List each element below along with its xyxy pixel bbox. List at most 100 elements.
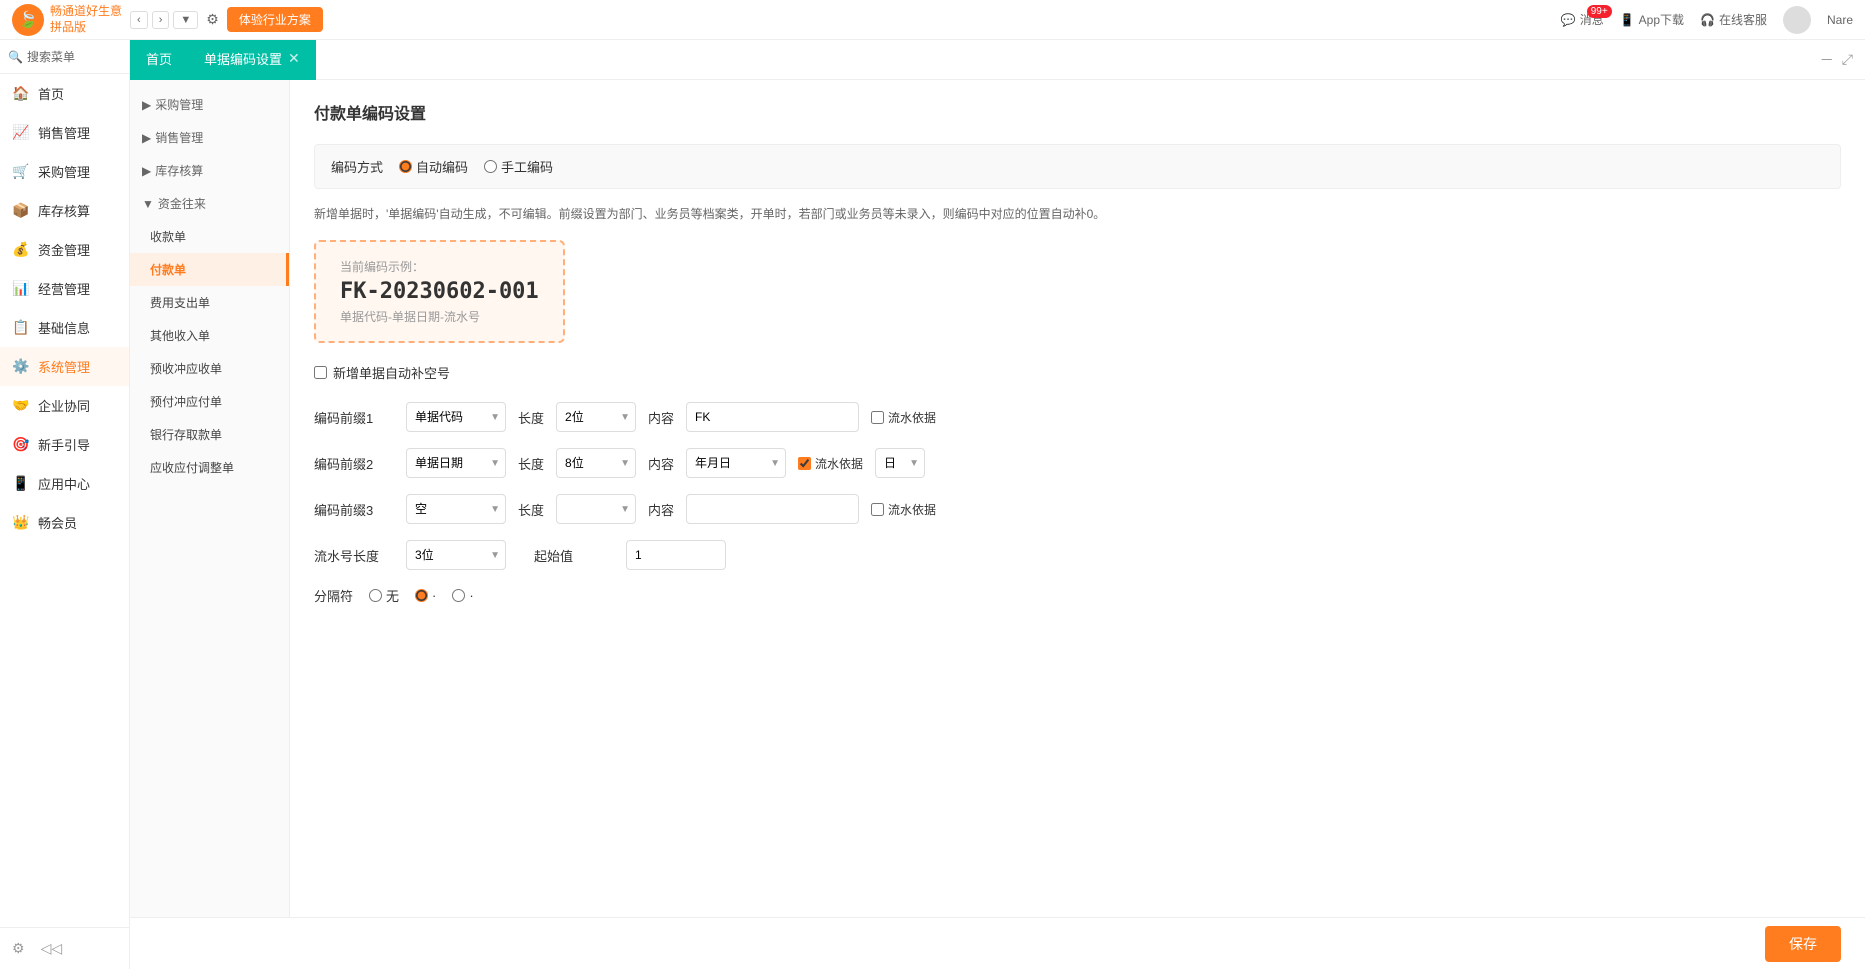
length1-label: 长度 bbox=[518, 408, 544, 427]
sidebar-nav: 🏠 首页 📈 销售管理 🛒 采购管理 📦 库存核算 💰 资金管理 📊 经 bbox=[0, 74, 129, 927]
top-bar-right: 💬 消息 99+ 📱 App下载 🎧 在线客服 Nare bbox=[1561, 6, 1853, 34]
sub-item-receipt[interactable]: 收款单 bbox=[130, 220, 289, 253]
manual-encode-radio[interactable] bbox=[484, 160, 497, 173]
sidebar-item-operations[interactable]: 📊 经营管理 bbox=[0, 269, 129, 308]
sub-item-advance-receipt[interactable]: 预收冲应收单 bbox=[130, 352, 289, 385]
sidebar-item-apps[interactable]: 📱 应用中心 bbox=[0, 464, 129, 503]
sub-header-purchase[interactable]: ▶ 采购管理 bbox=[130, 88, 289, 121]
sub-item-expense[interactable]: 费用支出单 bbox=[130, 286, 289, 319]
serial3-checkbox[interactable] bbox=[871, 503, 884, 516]
app-download-btn[interactable]: 📱 App下载 bbox=[1620, 11, 1684, 28]
auto-encode-radio-label[interactable]: 自动编码 bbox=[399, 157, 468, 176]
length2-select[interactable]: 8位 6位 4位 bbox=[556, 448, 636, 478]
message-btn[interactable]: 💬 消息 99+ bbox=[1561, 11, 1604, 28]
separator-dash-label[interactable]: · bbox=[452, 588, 473, 603]
apps-icon: 📱 bbox=[12, 475, 30, 493]
sidebar-item-finance[interactable]: 💰 资金管理 bbox=[0, 230, 129, 269]
separator-dot-label[interactable]: · bbox=[415, 588, 436, 603]
manual-encode-radio-label[interactable]: 手工编码 bbox=[484, 157, 553, 176]
nav-forward-btn[interactable]: › bbox=[152, 11, 170, 29]
prefix1-select-wrapper: 单据代码 单据日期 空 部门 业务员 ▼ bbox=[406, 402, 506, 432]
separator-dot-radio[interactable] bbox=[415, 589, 428, 602]
serial2-unit-select[interactable]: 日 月 年 bbox=[875, 448, 925, 478]
sub-item-advance-payment[interactable]: 预付冲应付单 bbox=[130, 385, 289, 418]
serial2-checkbox[interactable] bbox=[798, 457, 811, 470]
serial-length-row: 流水号长度 3位 4位 5位 6位 ▼ 起始值 bbox=[314, 540, 1841, 570]
service-icon: 🎧 bbox=[1700, 13, 1715, 27]
user-name[interactable]: Nare bbox=[1827, 13, 1853, 27]
length1-select[interactable]: 2位 4位 6位 bbox=[556, 402, 636, 432]
sub-header-capital[interactable]: ▼ 资金往来 bbox=[130, 187, 289, 220]
sidebar-item-basic[interactable]: 📋 基础信息 bbox=[0, 308, 129, 347]
prefix3-select[interactable]: 单据代码 单据日期 空 部门 业务员 bbox=[406, 494, 506, 524]
sidebar-item-purchase[interactable]: 🛒 采购管理 bbox=[0, 152, 129, 191]
length2-label: 长度 bbox=[518, 454, 544, 473]
prefix1-select[interactable]: 单据代码 单据日期 空 部门 业务员 bbox=[406, 402, 506, 432]
sub-header-sales[interactable]: ▶ 销售管理 bbox=[130, 121, 289, 154]
chevron-down-icon: ▼ bbox=[142, 197, 154, 211]
encoding-method-row: 编码方式 自动编码 手工编码 bbox=[314, 144, 1841, 189]
online-service-btn[interactable]: 🎧 在线客服 bbox=[1700, 11, 1767, 28]
serial-length-select[interactable]: 3位 4位 5位 6位 bbox=[406, 540, 506, 570]
sidebar-item-sales[interactable]: 📈 销售管理 bbox=[0, 113, 129, 152]
settings-gear-btn[interactable]: ⚙ bbox=[206, 11, 219, 28]
auto-encode-radio[interactable] bbox=[399, 160, 412, 173]
tab-close-btn[interactable]: ✕ bbox=[288, 50, 300, 67]
logo-area: 🍃 畅通道好生意 拼品版 bbox=[12, 4, 122, 36]
start-value-input[interactable] bbox=[626, 540, 726, 570]
prefix2-select[interactable]: 单据代码 单据日期 空 部门 业务员 bbox=[406, 448, 506, 478]
separator-none-label[interactable]: 无 bbox=[369, 586, 399, 605]
sub-header-inventory[interactable]: ▶ 库存核算 bbox=[130, 154, 289, 187]
home-icon: 🏠 bbox=[12, 85, 30, 103]
encoding-method-label: 编码方式 bbox=[331, 157, 383, 176]
tab-home[interactable]: 首页 bbox=[130, 40, 188, 80]
save-button[interactable]: 保存 bbox=[1765, 926, 1841, 962]
sidebar-item-home[interactable]: 🏠 首页 bbox=[0, 74, 129, 113]
sidebar-item-system[interactable]: ⚙️ 系统管理 bbox=[0, 347, 129, 386]
operations-icon: 📊 bbox=[12, 280, 30, 298]
sub-item-payment[interactable]: 付款单 bbox=[130, 253, 289, 286]
nav-back-btn[interactable]: ‹ bbox=[130, 11, 148, 29]
separator-none-radio[interactable] bbox=[369, 589, 382, 602]
sidebar: 🔍 搜索菜单 🏠 首页 📈 销售管理 🛒 采购管理 📦 库存核算 💰 bbox=[0, 40, 130, 969]
download-icon: 📱 bbox=[1620, 13, 1635, 27]
bottom-bar: 保存 bbox=[130, 917, 1865, 969]
serial1-checkbox[interactable] bbox=[871, 411, 884, 424]
content2-select[interactable]: 年月日 年月 年 bbox=[686, 448, 786, 478]
tab-minimize-btn[interactable]: － bbox=[1820, 50, 1834, 70]
message-badge: 99+ bbox=[1587, 5, 1612, 18]
sidebar-item-enterprise[interactable]: 🤝 企业协同 bbox=[0, 386, 129, 425]
sub-item-bank[interactable]: 银行存取款单 bbox=[130, 418, 289, 451]
prefix2-label: 编码前缀2 bbox=[314, 454, 394, 473]
sidebar-collapse-btn[interactable]: ◁◁ bbox=[37, 936, 67, 961]
length3-select[interactable] bbox=[556, 494, 636, 524]
search-menu-btn[interactable]: 🔍 搜索菜单 bbox=[0, 40, 129, 74]
prefix3-row: 编码前缀3 单据代码 单据日期 空 部门 业务员 ▼ 长度 bbox=[314, 494, 1841, 524]
separator-dash-radio[interactable] bbox=[452, 589, 465, 602]
sub-group-sales: ▶ 销售管理 bbox=[130, 121, 289, 154]
sidebar-bottom: ⚙ ◁◁ bbox=[0, 927, 129, 969]
trial-btn[interactable]: 体验行业方案 bbox=[227, 7, 323, 32]
prefix3-label: 编码前缀3 bbox=[314, 500, 394, 519]
top-bar-left: 🍃 畅通道好生意 拼品版 ‹ › ▼ ⚙ 体验行业方案 bbox=[12, 4, 1553, 36]
sub-group-purchase: ▶ 采购管理 bbox=[130, 88, 289, 121]
sidebar-item-member[interactable]: 👑 畅会员 bbox=[0, 503, 129, 542]
serial3-check: 流水依据 bbox=[871, 501, 936, 518]
sidebar-settings-btn[interactable]: ⚙ bbox=[8, 936, 29, 961]
tab-encoding[interactable]: 单据编码设置 ✕ bbox=[188, 40, 316, 80]
prefix3-select-wrapper: 单据代码 单据日期 空 部门 业务员 ▼ bbox=[406, 494, 506, 524]
logo-icon: 🍃 bbox=[12, 4, 44, 36]
tab-maximize-btn[interactable]: ⤢ bbox=[1842, 50, 1853, 70]
auto-encode-label: 自动编码 bbox=[416, 157, 468, 176]
serial2-label: 流水依据 bbox=[815, 455, 863, 472]
sub-group-inventory: ▶ 库存核算 bbox=[130, 154, 289, 187]
auto-fill-checkbox[interactable] bbox=[314, 366, 327, 379]
user-avatar[interactable] bbox=[1783, 6, 1811, 34]
sub-item-adjustment[interactable]: 应收应付调整单 bbox=[130, 451, 289, 484]
content3-input[interactable] bbox=[686, 494, 859, 524]
sidebar-item-inventory[interactable]: 📦 库存核算 bbox=[0, 191, 129, 230]
sub-item-income[interactable]: 其他收入单 bbox=[130, 319, 289, 352]
nav-dropdown-btn[interactable]: ▼ bbox=[173, 11, 198, 29]
sidebar-item-newbie[interactable]: 🎯 新手引导 bbox=[0, 425, 129, 464]
content1-input[interactable] bbox=[686, 402, 859, 432]
